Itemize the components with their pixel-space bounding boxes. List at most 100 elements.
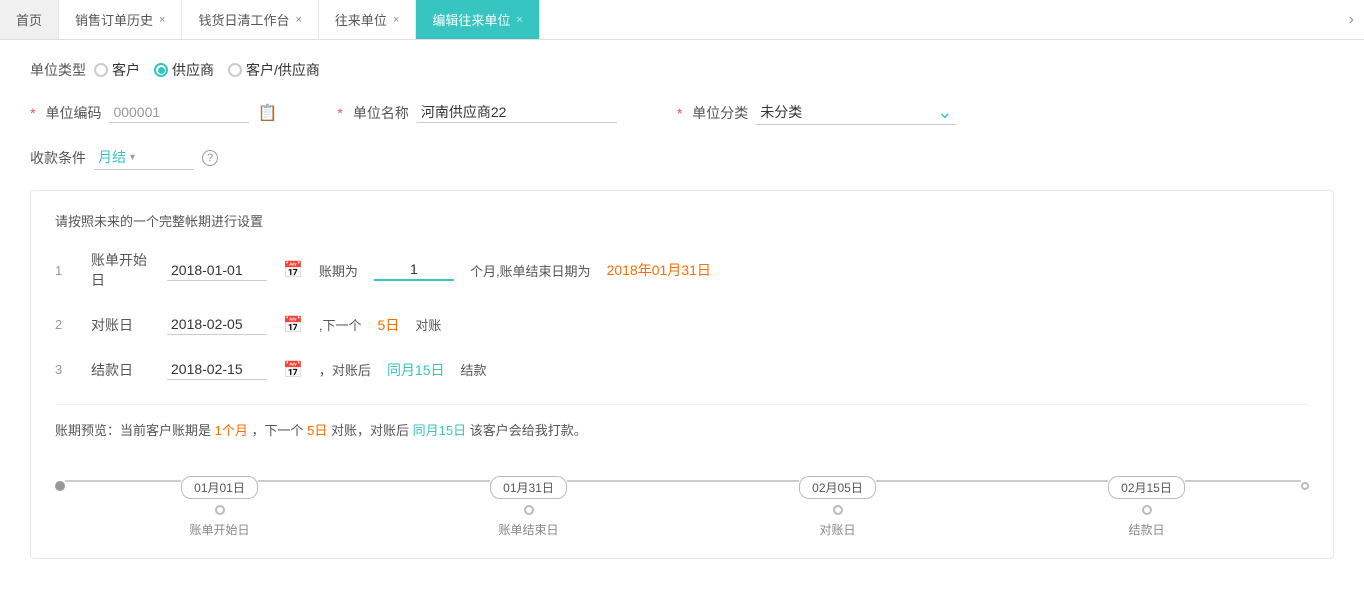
unit-type-label: 单位类型 (30, 60, 86, 80)
radio-customer-label: 客户 (112, 60, 140, 80)
row-2-label: 对账日 (91, 315, 151, 335)
tab-home[interactable]: 首页 (0, 0, 59, 39)
row-2-suffix: 对账 (415, 315, 441, 334)
radio-both-circle (228, 63, 242, 77)
row-3-num: 3 (55, 362, 75, 377)
panel-title: 请按照未来的一个完整帐期进行设置 (55, 211, 1309, 230)
timeline-end-dot (1301, 482, 1309, 490)
timeline-dot-3 (833, 505, 843, 515)
payment-select[interactable]: 月结 ▾ (94, 145, 194, 170)
timeline-dot-2 (524, 505, 534, 515)
main-content: 单位类型 客户 供应商 客户/供应商 * 单位编码 (0, 40, 1364, 608)
payment-arrow-icon: ▾ (130, 152, 135, 163)
row-1-calendar-icon[interactable]: 📅 (283, 260, 303, 280)
radio-supplier-circle (154, 63, 168, 77)
row-2-prefix: ,下一个 (319, 315, 362, 334)
radio-customer-circle (94, 63, 108, 77)
category-label: 单位分类 (692, 103, 748, 123)
timeline-line-1 (65, 480, 181, 482)
timeline-badge-3: 02月05日 (799, 476, 876, 499)
name-field: * 单位名称 (337, 102, 616, 123)
row-3-prefix: ，对账后 (319, 360, 371, 379)
preview-middle: ，下一个 (252, 423, 304, 438)
timeline-label-1: 账单开始日 (190, 521, 250, 538)
timeline-label-4: 结款日 (1129, 521, 1165, 538)
payment-label: 收款条件 (30, 148, 86, 168)
period-panel: 请按照未来的一个完整帐期进行设置 1 账单开始日 📅 账期为 个月,账单结束日期… (30, 190, 1334, 559)
category-field: * 单位分类 未分类 ⌄ (677, 100, 956, 125)
timeline-line-4 (876, 480, 1108, 482)
row-2-highlight: 5日 (378, 315, 400, 335)
tab-contacts-close[interactable]: × (393, 14, 399, 26)
payment-row: 收款条件 月结 ▾ ? (30, 145, 1334, 170)
timeline-badge-4: 02月15日 (1108, 476, 1185, 499)
timeline-line-3 (567, 480, 799, 482)
timeline-line-2 (258, 480, 490, 482)
preview-period: 1个月 (215, 423, 248, 438)
row-1-end-date: 2018年01月31日 (607, 260, 711, 280)
row-3-calendar-icon[interactable]: 📅 (283, 360, 303, 380)
preview-suffix: 该客户会给我打款。 (470, 423, 587, 438)
radio-customer[interactable]: 客户 (94, 60, 140, 80)
row-1-suffix-post: 个月,账单结束日期为 (470, 261, 591, 280)
unit-type-field: 单位类型 客户 供应商 客户/供应商 (30, 60, 320, 80)
timeline-label-3: 对账日 (820, 521, 856, 538)
row-1-months-input[interactable] (374, 259, 454, 281)
code-label: 单位编码 (45, 103, 101, 123)
code-required: * (30, 105, 35, 121)
name-required: * (337, 105, 342, 121)
preview-text: 账期预览：当前客户账期是 1个月 ，下一个 5日 对账，对账后 同月15日 该客… (55, 421, 1309, 442)
timeline-label-2: 账单结束日 (499, 521, 559, 538)
period-row-1: 1 账单开始日 📅 账期为 个月,账单结束日期为 2018年01月31日 (55, 250, 1309, 290)
tab-sales-history-close[interactable]: × (159, 14, 165, 26)
tab-cash-work-close[interactable]: × (295, 14, 301, 26)
code-input[interactable] (109, 102, 249, 123)
category-arrow-icon: ⌄ (937, 102, 952, 123)
row-3-label: 结款日 (91, 360, 151, 380)
unit-type-row: 单位类型 客户 供应商 客户/供应商 (30, 60, 1334, 80)
row-3-highlight: 同月15日 (387, 360, 445, 380)
tab-sales-history[interactable]: 销售订单历史 × (59, 0, 182, 39)
row-2-num: 2 (55, 317, 75, 332)
period-row-2: 2 对账日 📅 ,下一个 5日 对账 (55, 314, 1309, 335)
payment-field: 收款条件 月结 ▾ ? (30, 145, 218, 170)
tab-edit-contact[interactable]: 编辑往来单位 × (416, 0, 539, 39)
radio-supplier-label: 供应商 (172, 60, 214, 80)
code-copy-icon[interactable]: 📋 (257, 103, 277, 123)
radio-supplier[interactable]: 供应商 (154, 60, 214, 80)
row-2-date-input[interactable] (167, 314, 267, 335)
row-1-date-input[interactable] (167, 260, 267, 281)
name-label: 单位名称 (353, 103, 409, 123)
code-name-row: * 单位编码 📋 * 单位名称 * 单位分类 未分类 ⌄ (30, 100, 1334, 125)
timeline-dot-4 (1142, 505, 1152, 515)
timeline-start-dot (55, 481, 65, 491)
tab-contacts[interactable]: 往来单位 × (319, 0, 416, 39)
preview-label: 账期预览：当前客户账期是 (55, 423, 211, 438)
preview-payment-day: 同月15日 (413, 423, 466, 438)
tab-expand-button[interactable]: › (1339, 0, 1364, 39)
timeline-badge-2: 01月31日 (490, 476, 567, 499)
name-input[interactable] (417, 102, 617, 123)
row-2-calendar-icon[interactable]: 📅 (283, 315, 303, 335)
help-icon[interactable]: ? (202, 150, 218, 166)
tab-cash-work[interactable]: 钱货日清工作台 × (182, 0, 318, 39)
code-field: * 单位编码 📋 (30, 102, 277, 123)
payment-value: 月结 (98, 147, 126, 167)
row-1-suffix-pre: 账期为 (319, 261, 358, 280)
timeline-line-5 (1185, 480, 1301, 482)
preview-section: 账期预览：当前客户账期是 1个月 ，下一个 5日 对账，对账后 同月15日 该客… (55, 404, 1309, 538)
row-3-suffix: 结款 (461, 360, 487, 379)
preview-reconcile-day: 5日 (307, 423, 327, 438)
category-required: * (677, 105, 682, 121)
tab-edit-contact-close[interactable]: × (516, 14, 522, 26)
radio-group: 客户 供应商 客户/供应商 (94, 60, 320, 80)
row-3-date-input[interactable] (167, 359, 267, 380)
row-1-num: 1 (55, 263, 75, 278)
row-1-label: 账单开始日 (91, 250, 151, 290)
preview-middle2: 对账，对账后 (331, 423, 409, 438)
radio-both[interactable]: 客户/供应商 (228, 60, 320, 80)
category-value: 未分类 (760, 102, 802, 122)
radio-both-label: 客户/供应商 (246, 60, 320, 80)
category-select[interactable]: 未分类 ⌄ (756, 100, 956, 125)
timeline-dot-1 (215, 505, 225, 515)
